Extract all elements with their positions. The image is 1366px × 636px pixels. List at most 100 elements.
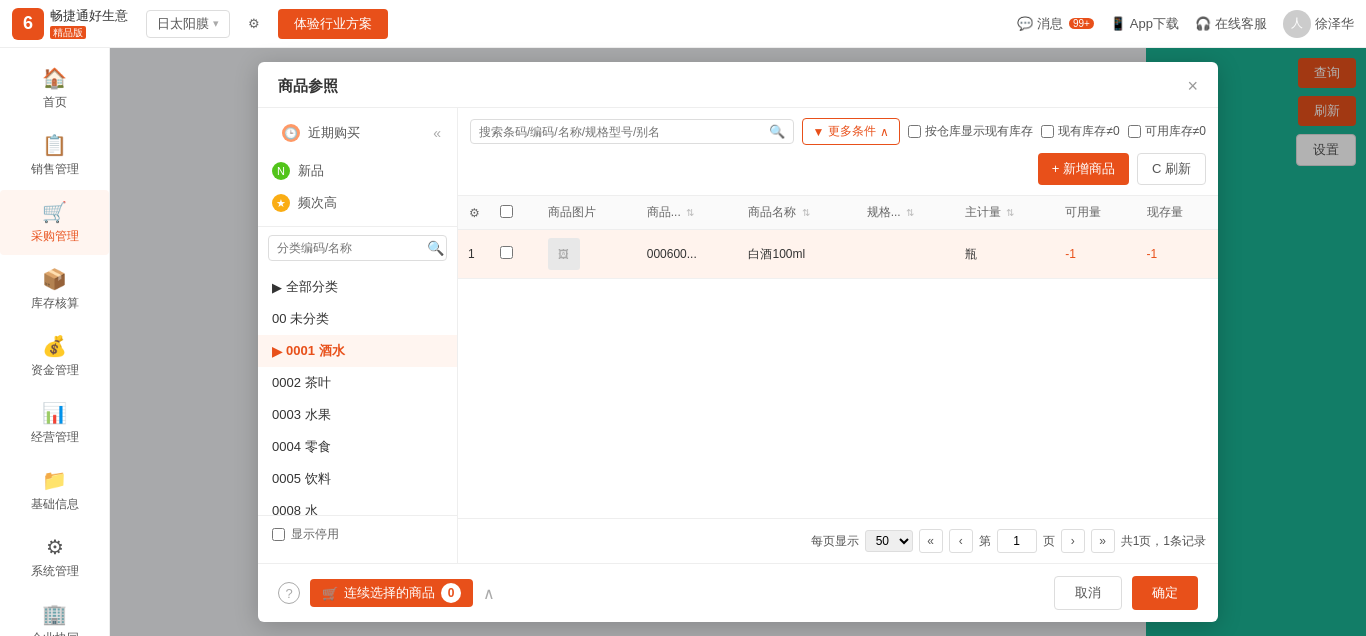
quick-links: N 新品 ★ 频次高 <box>258 156 457 227</box>
help-icon[interactable]: ? <box>278 582 300 604</box>
available-stock-checkbox-label[interactable]: 可用库存≠0 <box>1128 123 1206 140</box>
per-page-select[interactable]: 50 <box>865 530 913 552</box>
cat-item-0003[interactable]: 0003 水果 <box>258 399 457 431</box>
cart-badge[interactable]: 🛒 连续选择的商品 0 <box>310 579 473 607</box>
th-spec[interactable]: 规格... ⇅ <box>857 196 955 230</box>
sidebar-item-finance[interactable]: 💰 资金管理 <box>0 324 109 389</box>
category-search-input[interactable] <box>277 241 427 255</box>
current-stock-checkbox[interactable] <box>1041 125 1054 138</box>
td-image: 🖼 <box>538 230 637 279</box>
sidebar-item-inventory[interactable]: 📦 库存核算 <box>0 257 109 322</box>
app-label: App下载 <box>1130 15 1179 33</box>
sidebar-item-business[interactable]: 📊 经营管理 <box>0 391 109 456</box>
new-icon: N <box>272 162 290 180</box>
main-layout: 🏠 首页 📋 销售管理 🛒 采购管理 📦 库存核算 💰 资金管理 📊 经营管理 … <box>0 48 1366 636</box>
sort-icon-code: ⇅ <box>686 207 694 218</box>
current-stock-checkbox-label[interactable]: 现有库存≠0 <box>1041 123 1119 140</box>
last-page-button[interactable]: » <box>1091 529 1115 553</box>
cat-item-all[interactable]: ▶ 全部分类 <box>258 271 457 303</box>
next-page-button[interactable]: › <box>1061 529 1085 553</box>
sidebar-item-system[interactable]: ⚙ 系统管理 <box>0 525 109 590</box>
total-info: 共1页，1条记录 <box>1121 533 1206 550</box>
cat-item-0002[interactable]: 0002 茶叶 <box>258 367 457 399</box>
collapse-button[interactable]: « <box>427 125 447 141</box>
row-checkbox[interactable] <box>500 246 513 259</box>
app-download-item[interactable]: 📱 App下载 <box>1110 15 1179 33</box>
sidebar-label-basic: 基础信息 <box>31 496 79 513</box>
close-icon[interactable]: × <box>1187 76 1198 97</box>
filter-button[interactable]: ▼ 更多条件 ∧ <box>802 118 901 145</box>
sidebar-item-enterprise[interactable]: 🏢 企业协同 <box>0 592 109 636</box>
table-container: ⚙ 商品图片 商品... ⇅ <box>458 196 1218 518</box>
by-warehouse-label: 按仓库显示现有库存 <box>925 123 1033 140</box>
cancel-button[interactable]: 取消 <box>1054 576 1122 610</box>
category-search: 🔍 <box>268 235 447 261</box>
product-table: ⚙ 商品图片 商品... ⇅ <box>458 196 1218 279</box>
sidebar-item-home[interactable]: 🏠 首页 <box>0 56 109 121</box>
th-unit[interactable]: 主计量 ⇅ <box>955 196 1056 230</box>
star-icon: ★ <box>272 194 290 212</box>
category-panel: 🕒 近期购买 « N 新品 ★ 频次高 <box>258 108 458 563</box>
add-product-button[interactable]: + 新增商品 <box>1038 153 1129 185</box>
by-warehouse-checkbox-label[interactable]: 按仓库显示现有库存 <box>908 123 1033 140</box>
show-disabled-checkbox[interactable] <box>272 528 285 541</box>
product-search-input[interactable] <box>479 125 769 139</box>
cat-arrow-all: ▶ <box>272 280 282 295</box>
sidebar-item-purchase[interactable]: 🛒 采购管理 <box>0 190 109 255</box>
footer-left: ? 🛒 连续选择的商品 0 ∧ <box>278 579 495 607</box>
cat-label-all: 全部分类 <box>286 278 338 296</box>
prev-page-button[interactable]: ‹ <box>949 529 973 553</box>
collapse-footer-icon[interactable]: ∧ <box>483 584 495 603</box>
nav-selector[interactable]: 日太阳膜 ▾ <box>146 10 230 38</box>
current-stock-label: 现有库存≠0 <box>1058 123 1119 140</box>
th-code[interactable]: 商品... ⇅ <box>637 196 739 230</box>
experience-button[interactable]: 体验行业方案 <box>278 9 388 39</box>
inventory-icon: 📦 <box>42 267 67 291</box>
available-stock-checkbox[interactable] <box>1128 125 1141 138</box>
cat-item-0005[interactable]: 0005 饮料 <box>258 463 457 495</box>
confirm-button[interactable]: 确定 <box>1132 576 1198 610</box>
sort-icon-spec: ⇅ <box>906 207 914 218</box>
by-warehouse-checkbox[interactable] <box>908 125 921 138</box>
first-page-button[interactable]: « <box>919 529 943 553</box>
product-reference-dialog: 商品参照 × 🕒 近期购买 « <box>258 62 1218 622</box>
td-name: 白酒100ml <box>738 230 856 279</box>
user-avatar[interactable]: 人 徐泽华 <box>1283 10 1354 38</box>
sidebar-item-sales[interactable]: 📋 销售管理 <box>0 123 109 188</box>
show-disabled-label: 显示停用 <box>291 526 339 543</box>
quick-link-new-label: 新品 <box>298 162 324 180</box>
cat-item-00[interactable]: 00 未分类 <box>258 303 457 335</box>
dialog-footer: ? 🛒 连续选择的商品 0 ∧ 取消 确定 <box>258 563 1218 622</box>
headset-icon: 🎧 <box>1195 16 1211 31</box>
refresh-button[interactable]: C 刷新 <box>1137 153 1206 185</box>
basic-icon: 📁 <box>42 468 67 492</box>
sidebar-label-purchase: 采购管理 <box>31 228 79 245</box>
service-item[interactable]: 🎧 在线客服 <box>1195 15 1267 33</box>
category-search-icon: 🔍 <box>427 240 444 256</box>
table-row[interactable]: 1 🖼 000600... 白酒100ml 瓶 <box>458 230 1218 279</box>
pagination: 每页显示 50 « ‹ 第 页 › » 共1页，1条记录 <box>458 518 1218 563</box>
quick-link-recent[interactable]: 🕒 近期购买 <box>268 118 374 148</box>
message-item[interactable]: 💬 消息 99+ <box>1017 15 1094 33</box>
select-all-checkbox[interactable] <box>500 205 513 218</box>
cat-label-0008: 0008 水 <box>272 502 318 515</box>
user-name: 徐泽华 <box>1315 15 1354 33</box>
sidebar-label-inventory: 库存核算 <box>31 295 79 312</box>
td-spec <box>857 230 955 279</box>
gear-button[interactable]: ⚙ <box>238 8 270 40</box>
quick-link-new[interactable]: N 新品 <box>258 156 457 186</box>
sidebar-item-basic[interactable]: 📁 基础信息 <box>0 458 109 523</box>
cat-item-0004[interactable]: 0004 零食 <box>258 431 457 463</box>
quick-link-frequent-label: 频次高 <box>298 194 337 212</box>
cat-item-0001[interactable]: ▶ 0001 酒水 <box>258 335 457 367</box>
cat-item-0008[interactable]: 0008 水 <box>258 495 457 515</box>
td-stock: -1 <box>1137 230 1218 279</box>
page-number-input[interactable] <box>997 529 1037 553</box>
product-thumbnail: 🖼 <box>548 238 580 270</box>
th-available: 可用量 <box>1055 196 1136 230</box>
filter-label: 更多条件 <box>828 123 876 140</box>
td-available: -1 <box>1055 230 1136 279</box>
product-panel: 🔍 ▼ 更多条件 ∧ 按仓库显示现有库存 <box>458 108 1218 563</box>
quick-link-frequent[interactable]: ★ 频次高 <box>258 188 457 218</box>
th-name[interactable]: 商品名称 ⇅ <box>738 196 856 230</box>
